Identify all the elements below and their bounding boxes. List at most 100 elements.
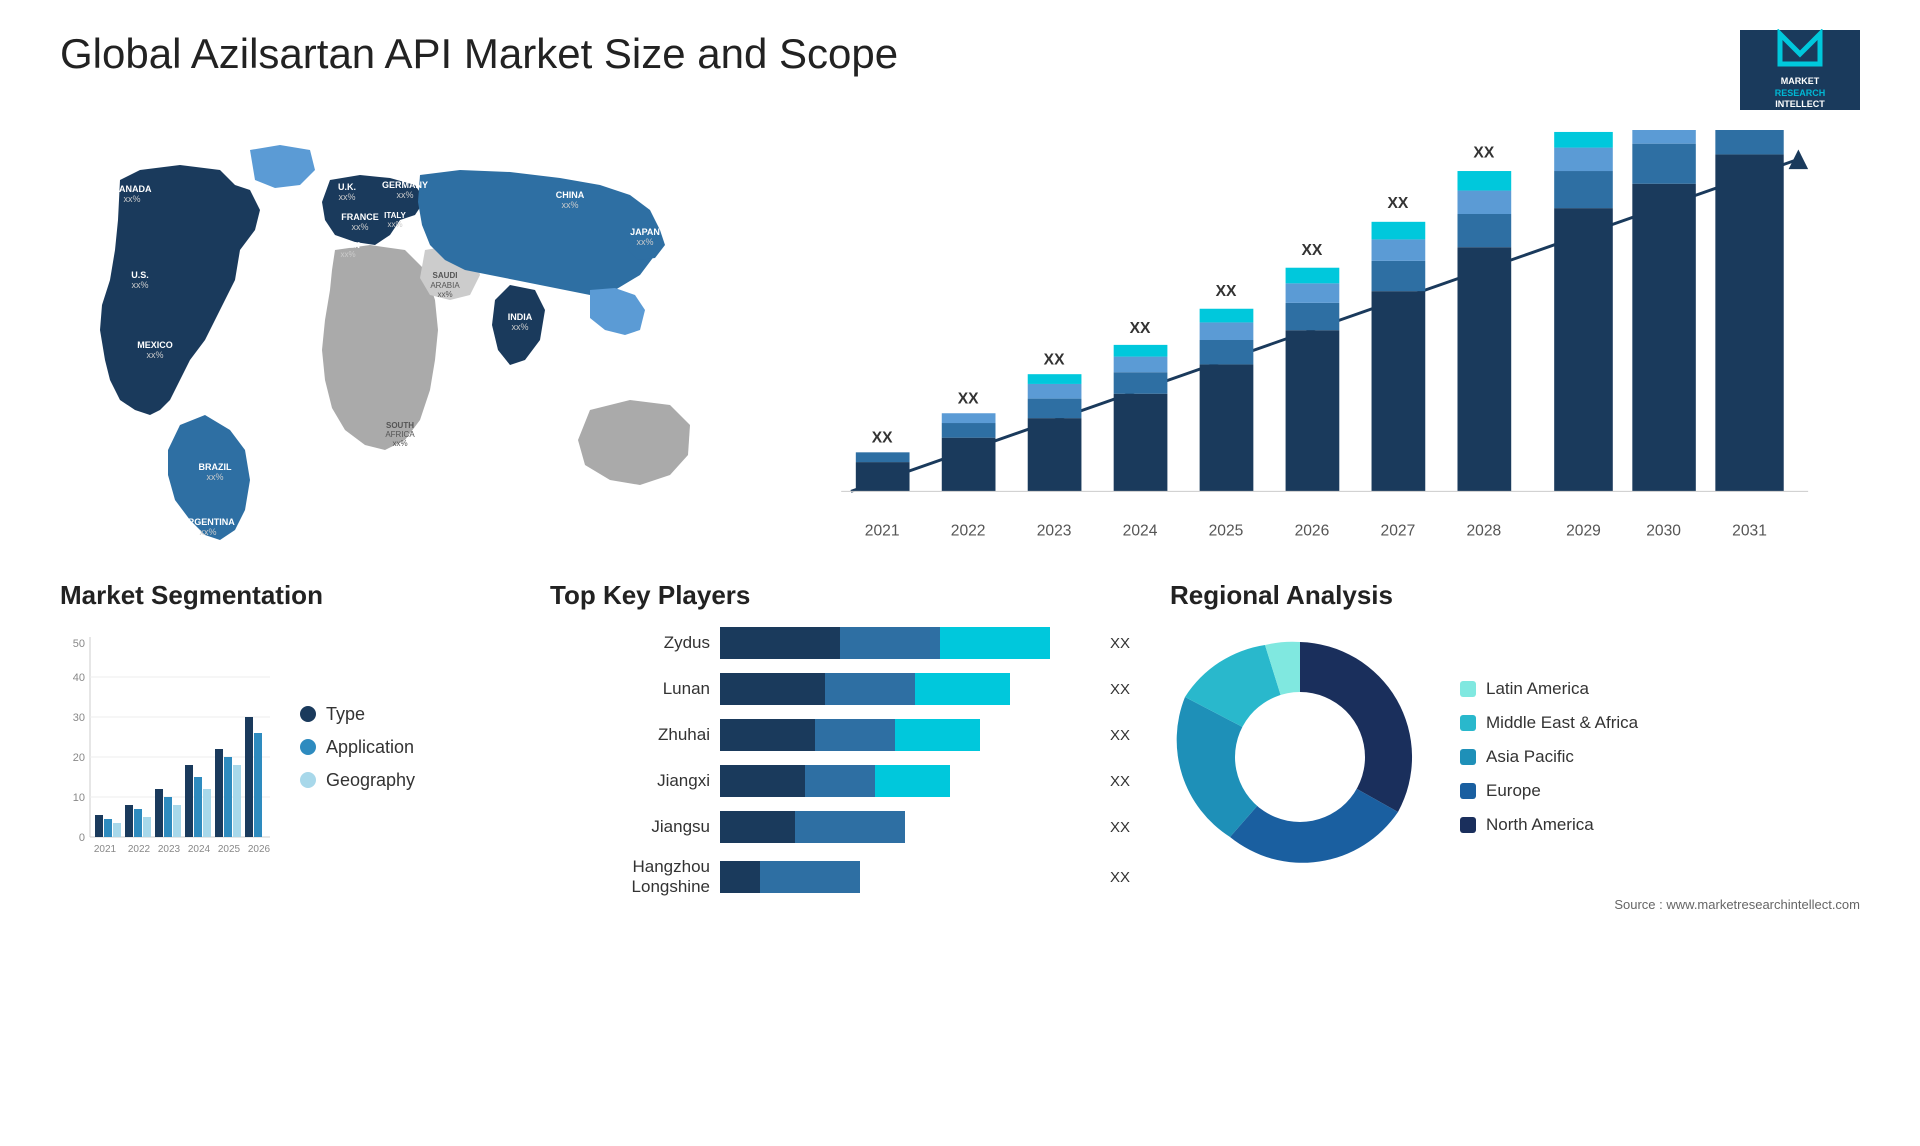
players-title: Top Key Players — [550, 580, 1130, 611]
legend-europe: Europe — [1460, 781, 1638, 801]
legend-type-dot — [300, 706, 316, 722]
player-bar-mid-lunan — [825, 673, 915, 705]
bar-chart: XX 2021 XX 2022 XX 2023 — [760, 130, 1860, 550]
svg-text:2023: 2023 — [1037, 522, 1072, 539]
svg-text:xx%: xx% — [340, 250, 355, 259]
player-xx-jiangxi: XX — [1110, 773, 1130, 790]
players-container: Top Key Players Zydus XX Lunan — [550, 580, 1130, 912]
legend-north-america-label: North America — [1486, 815, 1594, 835]
svg-text:XX: XX — [872, 430, 893, 447]
svg-text:2024: 2024 — [1123, 522, 1158, 539]
svg-text:2021: 2021 — [865, 522, 900, 539]
player-bar-mid-jiangsu — [795, 811, 905, 843]
svg-text:10: 10 — [73, 792, 85, 804]
legend-europe-dot — [1460, 783, 1476, 799]
player-name-jiangxi: Jiangxi — [550, 771, 710, 791]
svg-text:CANADA: CANADA — [113, 184, 152, 194]
svg-text:XX: XX — [1387, 195, 1408, 212]
legend-north-america-dot — [1460, 817, 1476, 833]
player-bar-mid-hangzhou — [760, 861, 860, 893]
svg-text:40: 40 — [73, 672, 85, 684]
player-name-lunan: Lunan — [550, 679, 710, 699]
svg-text:SAUDI: SAUDI — [433, 271, 458, 280]
player-xx-jiangsu: XX — [1110, 819, 1130, 836]
player-row-jiangsu: Jiangsu XX — [550, 811, 1130, 843]
page-title: Global Azilsartan API Market Size and Sc… — [60, 30, 898, 78]
header: Global Azilsartan API Market Size and Sc… — [60, 30, 1860, 110]
donut-chart — [1170, 627, 1430, 887]
svg-text:ITALY: ITALY — [384, 211, 406, 220]
svg-text:2031: 2031 — [1732, 522, 1767, 539]
legend-asia-pacific: Asia Pacific — [1460, 747, 1638, 767]
logo-line1: MARKET — [1781, 76, 1820, 86]
player-bar-light-zydus — [940, 627, 1050, 659]
svg-text:20: 20 — [73, 752, 85, 764]
player-xx-zhuhai: XX — [1110, 727, 1130, 744]
segmentation-title: Market Segmentation — [60, 580, 510, 611]
svg-text:U.K.: U.K. — [338, 182, 356, 192]
svg-text:U.S.: U.S. — [131, 270, 149, 280]
legend-asia-pacific-label: Asia Pacific — [1486, 747, 1574, 767]
player-bar-hangzhou — [720, 861, 1092, 893]
legend-geography: Geography — [300, 770, 415, 791]
segmentation-container: Market Segmentation 0 10 20 30 40 — [60, 580, 510, 912]
player-name-zydus: Zydus — [550, 633, 710, 653]
logo-box: MARKET RESEARCH INTELLECT — [1740, 30, 1860, 110]
svg-text:FRANCE: FRANCE — [341, 212, 379, 222]
svg-text:2026: 2026 — [248, 844, 271, 855]
svg-text:XX: XX — [1473, 144, 1494, 161]
svg-text:XX: XX — [1216, 283, 1237, 300]
svg-text:2027: 2027 — [1381, 522, 1416, 539]
player-bar-light-zhuhai — [895, 719, 980, 751]
legend-asia-pacific-dot — [1460, 749, 1476, 765]
player-bar-jiangsu — [720, 811, 1092, 843]
svg-text:ARGENTINA: ARGENTINA — [181, 517, 235, 527]
player-bar-mid-zydus — [840, 627, 940, 659]
legend-middle-east-label: Middle East & Africa — [1486, 713, 1638, 733]
player-name-zhuhai: Zhuhai — [550, 725, 710, 745]
world-map: CANADA xx% U.S. xx% MEXICO xx% BRAZIL xx… — [60, 130, 700, 550]
legend-geography-dot — [300, 772, 316, 788]
regional-container: Regional Analysis — [1170, 580, 1860, 912]
svg-text:xx%: xx% — [561, 200, 578, 210]
player-xx-zydus: XX — [1110, 635, 1130, 652]
logo-line2: RESEARCH — [1775, 88, 1826, 98]
svg-text:JAPAN: JAPAN — [630, 227, 660, 237]
svg-text:2029: 2029 — [1566, 522, 1601, 539]
svg-text:xx%: xx% — [437, 290, 452, 299]
svg-text:30: 30 — [73, 712, 85, 724]
segmentation-legend: Type Application Geography — [300, 704, 415, 791]
player-bar-jiangxi — [720, 765, 1092, 797]
svg-text:xx%: xx% — [636, 237, 653, 247]
player-bar-dark-jiangsu — [720, 811, 795, 843]
svg-text:xx%: xx% — [123, 194, 140, 204]
player-bar-dark-hangzhou — [720, 861, 760, 893]
svg-text:XX: XX — [1044, 351, 1065, 368]
player-bar-mid-zhuhai — [815, 719, 895, 751]
player-bar-dark-zydus — [720, 627, 840, 659]
player-bar-zhuhai — [720, 719, 1092, 751]
svg-text:xx%: xx% — [351, 222, 368, 232]
player-name-hangzhou: Hangzhou Longshine — [550, 857, 710, 897]
svg-text:SOUTH: SOUTH — [386, 421, 414, 430]
player-bar-dark-lunan — [720, 673, 825, 705]
svg-text:xx%: xx% — [392, 439, 407, 448]
svg-text:xx%: xx% — [396, 190, 413, 200]
logo-line3: INTELLECT — [1775, 99, 1825, 109]
svg-text:xx%: xx% — [131, 280, 148, 290]
svg-text:AFRICA: AFRICA — [385, 430, 415, 439]
regional-inner: Latin America Middle East & Africa Asia … — [1170, 627, 1860, 887]
svg-text:2022: 2022 — [128, 844, 151, 855]
svg-text:xx%: xx% — [206, 472, 223, 482]
svg-text:BRAZIL: BRAZIL — [199, 462, 232, 472]
legend-latin-america-label: Latin America — [1486, 679, 1589, 699]
legend-type: Type — [300, 704, 415, 725]
legend-application: Application — [300, 737, 415, 758]
svg-text:xx%: xx% — [199, 527, 216, 537]
logo-text: MARKET RESEARCH INTELLECT — [1775, 76, 1826, 111]
player-bar-light-jiangxi — [875, 765, 950, 797]
svg-text:2025: 2025 — [1209, 522, 1244, 539]
regional-legend: Latin America Middle East & Africa Asia … — [1460, 679, 1638, 835]
bottom-section: Market Segmentation 0 10 20 30 40 — [60, 580, 1860, 912]
svg-text:2025: 2025 — [218, 844, 241, 855]
